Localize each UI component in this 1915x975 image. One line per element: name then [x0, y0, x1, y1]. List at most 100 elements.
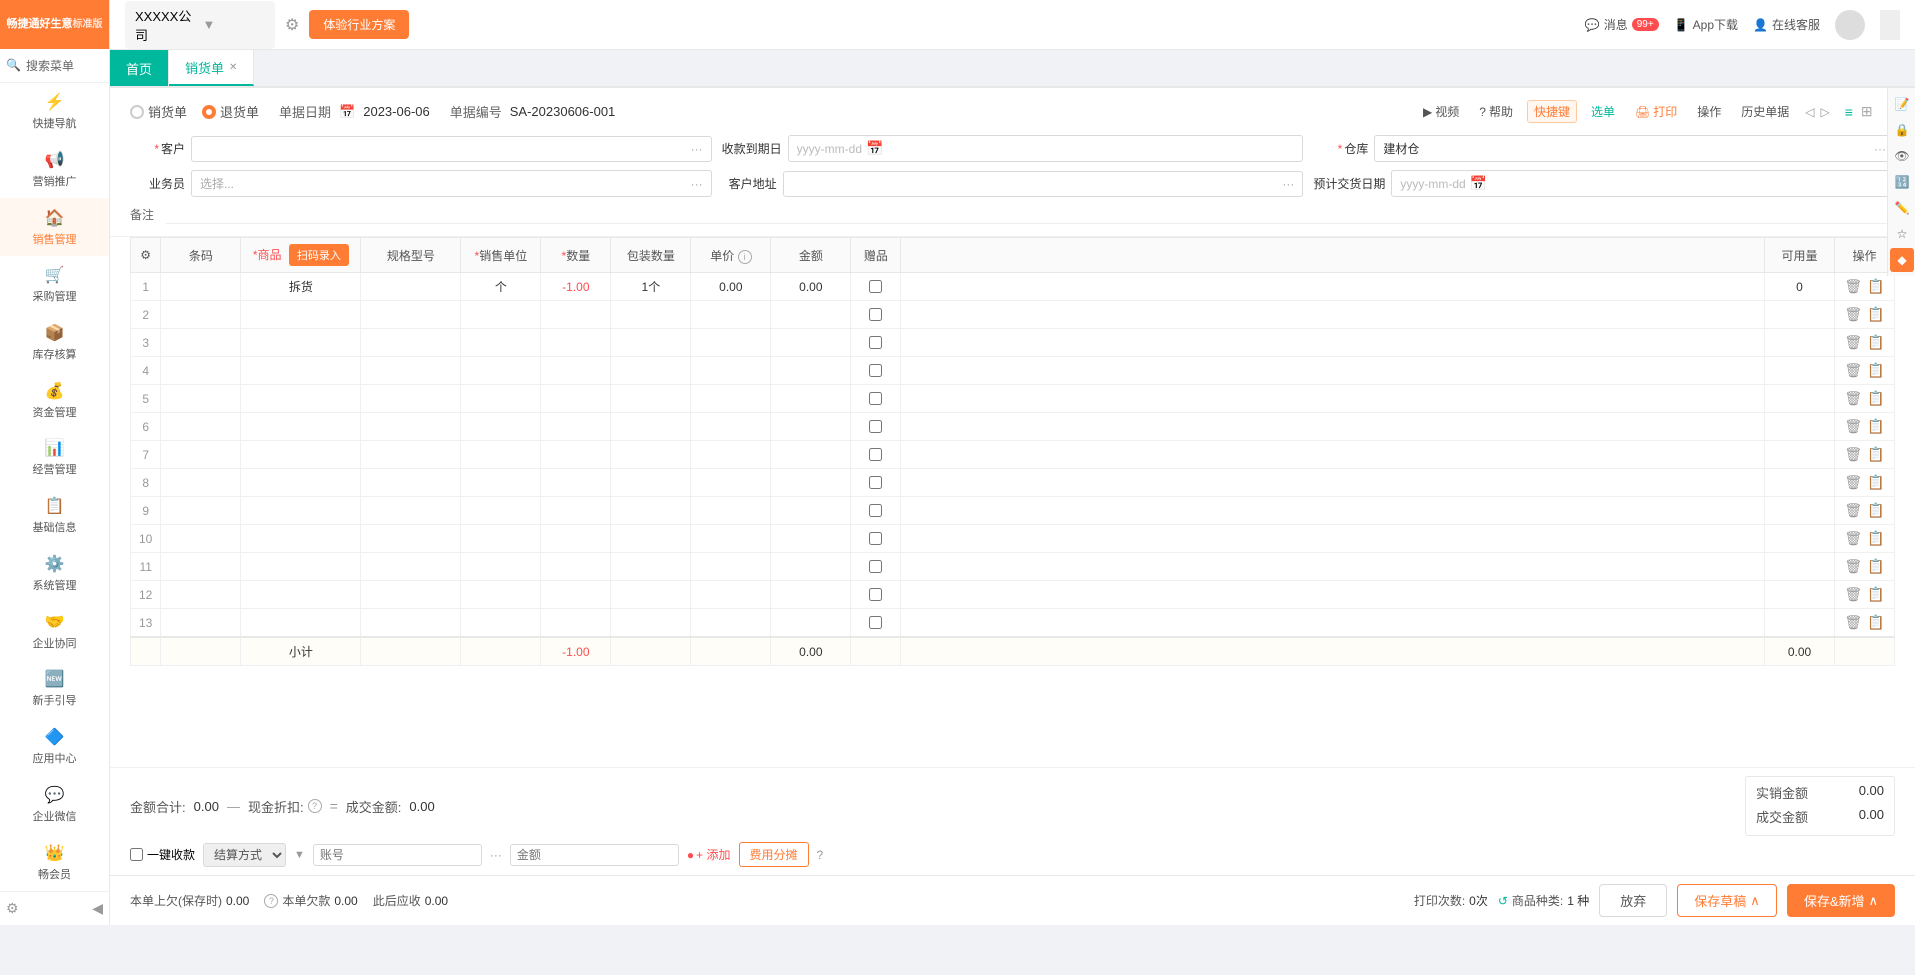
row-1-qty[interactable]: -1.00 — [541, 273, 611, 301]
fee-split-button[interactable]: 费用分摊 — [739, 842, 809, 867]
row-1-price[interactable]: 0.00 — [691, 273, 771, 301]
row-6-copy-icon[interactable]: 📋 — [1867, 418, 1884, 435]
row-1-copy-icon[interactable]: 📋 — [1867, 278, 1884, 295]
warehouse-dots[interactable]: ··· — [1874, 142, 1886, 156]
row-3-copy-icon[interactable]: 📋 — [1867, 334, 1884, 351]
row-6-gift-checkbox[interactable] — [869, 420, 882, 433]
row-1-gift-checkbox[interactable] — [869, 280, 882, 293]
sidebar-search[interactable]: 🔍 搜索菜单 — [0, 49, 109, 83]
sidebar-settings-btn[interactable]: ⚙ — [6, 900, 19, 917]
fee-help-icon[interactable]: ? — [817, 848, 824, 862]
row-1-delete-icon[interactable]: 🗑 — [1844, 278, 1862, 295]
sidebar-item-apps[interactable]: 🔷 应用中心 — [0, 718, 109, 776]
scan-button[interactable]: 扫码录入 — [289, 244, 349, 266]
row-1-amount[interactable]: 0.00 — [771, 273, 851, 301]
row-10-delete-icon[interactable]: 🗑 — [1844, 530, 1862, 547]
customer-input[interactable]: ··· — [191, 136, 712, 162]
operate-button[interactable]: 操作 — [1691, 100, 1727, 123]
settings-icon[interactable]: ⚙ — [285, 15, 299, 35]
sidebar-item-sales[interactable]: 🏠 销售管理 — [0, 198, 109, 256]
row-3-delete-icon[interactable]: 🗑 — [1844, 334, 1862, 351]
save-draft-button[interactable]: 保存草稿 ∧ — [1677, 884, 1777, 917]
select-button[interactable]: 选单 — [1585, 100, 1621, 123]
sidebar-item-system[interactable]: ⚙️ 系统管理 — [0, 545, 109, 603]
row-2-delete-icon[interactable]: 🗑 — [1844, 306, 1862, 323]
shortcut-button[interactable]: 快捷键 — [1527, 100, 1577, 123]
radio-sales-order[interactable]: 销货单 — [130, 102, 187, 121]
notes-input[interactable] — [166, 205, 1895, 224]
right-action-calculator[interactable]: 🔢 — [1890, 170, 1914, 194]
one-click-payment-checkbox[interactable]: 一键收款 — [130, 846, 195, 863]
tab-sales-order[interactable]: 销货单 ✕ — [169, 50, 254, 86]
amount-input[interactable] — [510, 844, 679, 866]
col-header-settings[interactable]: ⚙ — [131, 238, 161, 273]
row-7-delete-icon[interactable]: 🗑 — [1844, 446, 1862, 463]
salesperson-dots[interactable]: ··· — [691, 177, 703, 191]
row-12-gift-checkbox[interactable] — [869, 588, 882, 601]
company-selector[interactable]: XXXXX公司 ▼ — [125, 1, 275, 49]
row-1-barcode[interactable] — [161, 273, 241, 301]
row-1-spec[interactable] — [361, 273, 461, 301]
row-5-gift-checkbox[interactable] — [869, 392, 882, 405]
add-payment-button[interactable]: ● + 添加 — [687, 846, 731, 863]
print-button[interactable]: 🖨 打印 — [1629, 100, 1683, 123]
one-click-checkbox-input[interactable] — [130, 848, 143, 861]
row-7-copy-icon[interactable]: 📋 — [1867, 446, 1884, 463]
cash-discount-info-icon[interactable]: ? — [308, 799, 322, 813]
customer-address-input[interactable]: ··· — [783, 171, 1304, 197]
right-action-note[interactable]: 📝 — [1890, 92, 1914, 116]
row-1-unit[interactable]: 个 — [461, 273, 541, 301]
row-5-delete-icon[interactable]: 🗑 — [1844, 390, 1862, 407]
info-icon-debt[interactable]: ? — [264, 894, 278, 908]
row-2-gift-checkbox[interactable] — [869, 308, 882, 321]
sidebar-item-inventory[interactable]: 📦 库存核算 — [0, 314, 109, 372]
account-input[interactable] — [313, 844, 482, 866]
row-9-delete-icon[interactable]: 🗑 — [1844, 502, 1862, 519]
sidebar-item-basics[interactable]: 📋 基础信息 — [0, 487, 109, 545]
history-button[interactable]: 历史单据 — [1735, 100, 1795, 123]
sidebar-item-purchase[interactable]: 🛒 采购管理 — [0, 256, 109, 314]
row-13-delete-icon[interactable]: 🗑 — [1844, 614, 1862, 631]
save-new-button[interactable]: 保存&新增 ∧ — [1787, 884, 1895, 917]
row-10-copy-icon[interactable]: 📋 — [1867, 530, 1884, 547]
row-10-gift-checkbox[interactable] — [869, 532, 882, 545]
customer-address-dots[interactable]: ··· — [1282, 177, 1294, 191]
row-1-pack-qty[interactable]: 1个 — [611, 273, 691, 301]
sidebar-item-cooperation[interactable]: 🤝 企业协同 — [0, 602, 109, 660]
row-11-copy-icon[interactable]: 📋 — [1867, 558, 1884, 575]
sidebar-item-operations[interactable]: 📊 经营管理 — [0, 429, 109, 487]
grid-view-icon[interactable]: ⊞ — [1861, 103, 1873, 120]
history-next-btn[interactable]: ▷ — [1819, 103, 1832, 121]
abandon-button[interactable]: 放弃 — [1599, 884, 1667, 917]
right-action-eye[interactable]: 👁 — [1890, 144, 1914, 168]
row-9-copy-icon[interactable]: 📋 — [1867, 502, 1884, 519]
calc-method-select[interactable]: 结算方式 — [203, 843, 286, 867]
list-view-icon[interactable]: ≡ — [1845, 104, 1853, 120]
sidebar-item-guide[interactable]: 🆕 新手引导 — [0, 660, 109, 718]
collection-date-calendar-icon[interactable]: 📅 — [866, 140, 883, 157]
delivery-date-input[interactable]: yyyy-mm-dd 📅 — [1391, 170, 1895, 197]
row-1-product[interactable]: 拆货 — [241, 273, 361, 301]
sidebar-item-marketing[interactable]: 📢 营销推广 — [0, 140, 109, 198]
row-8-copy-icon[interactable]: 📋 — [1867, 474, 1884, 491]
history-prev-btn[interactable]: ◁ — [1803, 103, 1816, 121]
sidebar-collapse-btn[interactable]: ◀ — [92, 900, 103, 917]
help-button[interactable]: ? 帮助 — [1473, 100, 1519, 123]
online-service-button[interactable]: 👤 在线客服 — [1753, 16, 1820, 33]
sidebar-item-member[interactable]: 👑 畅会员 — [0, 833, 109, 891]
video-button[interactable]: ▶ 视频 — [1417, 100, 1465, 123]
right-action-edit[interactable]: ✏️ — [1890, 196, 1914, 220]
row-3-gift-checkbox[interactable] — [869, 336, 882, 349]
tab-home[interactable]: 首页 — [110, 50, 169, 86]
user-avatar[interactable] — [1835, 10, 1865, 40]
salesperson-input[interactable]: 选择... ··· — [191, 170, 712, 197]
tab-close-icon[interactable]: ✕ — [229, 62, 237, 73]
row-4-gift-checkbox[interactable] — [869, 364, 882, 377]
sidebar-item-quick-nav[interactable]: ⚡ 快捷导航 — [0, 83, 109, 141]
radio-return-order[interactable]: 退货单 — [202, 102, 259, 121]
sidebar-item-capital[interactable]: 💰 资金管理 — [0, 371, 109, 429]
collection-date-input[interactable]: yyyy-mm-dd 📅 — [788, 135, 1304, 162]
row-9-gift-checkbox[interactable] — [869, 504, 882, 517]
experience-button[interactable]: 体验行业方案 — [309, 10, 409, 39]
row-4-delete-icon[interactable]: 🗑 — [1844, 362, 1862, 379]
